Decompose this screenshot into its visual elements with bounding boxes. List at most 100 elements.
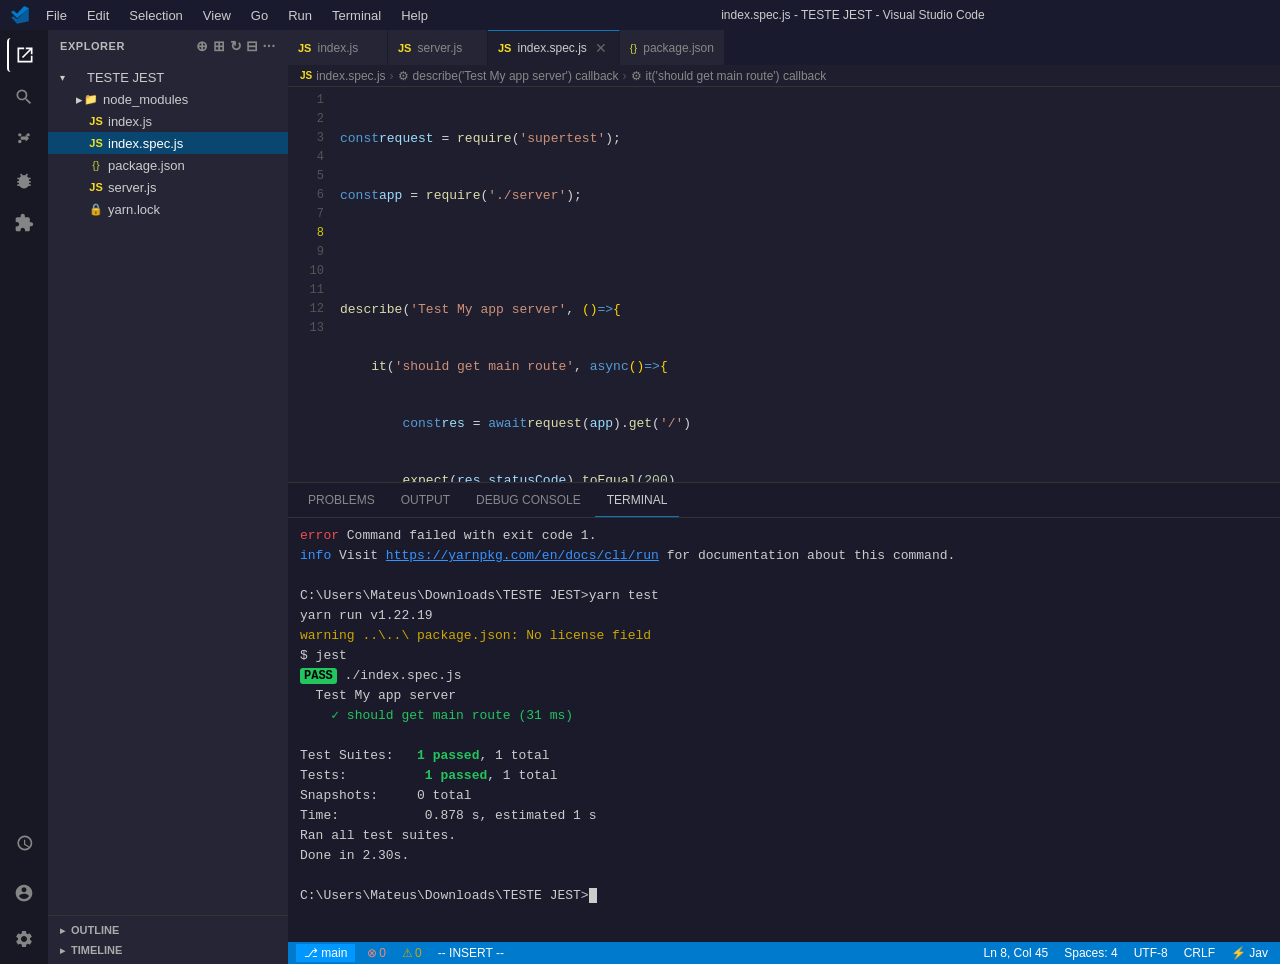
chevron-right-icon: ▸ bbox=[60, 945, 65, 956]
sidebar-header: EXPLORER ⊕ ⊞ ↻ ⊟ ··· bbox=[48, 30, 288, 62]
term-line-pass: PASS ./index.spec.js bbox=[300, 666, 1268, 686]
terminal-panel: PROBLEMS OUTPUT DEBUG CONSOLE TERMINAL e… bbox=[288, 482, 1280, 942]
tab-problems[interactable]: PROBLEMS bbox=[296, 483, 387, 517]
breadcrumb-path2[interactable]: it('should get main route') callback bbox=[646, 69, 827, 83]
menu-run[interactable]: Run bbox=[280, 6, 320, 25]
activity-debug[interactable] bbox=[7, 164, 41, 198]
tree-node-modules[interactable]: ▸ 📁 node_modules bbox=[48, 88, 288, 110]
term-line-yarn-run: yarn run v1.22.19 bbox=[300, 606, 1268, 626]
term-line-prompt1: C:\Users\Mateus\Downloads\TESTE JEST>yar… bbox=[300, 586, 1268, 606]
code-line-6: const res = await request(app).get('/') bbox=[340, 414, 1272, 433]
project-name: TESTE JEST bbox=[87, 70, 164, 85]
breadcrumb: JS index.spec.js › ⚙ describe('Test My a… bbox=[288, 65, 1280, 87]
sidebar-header-actions: ⊕ ⊞ ↻ ⊟ ··· bbox=[196, 38, 276, 54]
git-icon: ⎇ bbox=[304, 946, 318, 960]
menu-terminal[interactable]: Terminal bbox=[324, 6, 389, 25]
term-line-suites: Test Suites: 1 passed, 1 total bbox=[300, 746, 1268, 766]
warning-count[interactable]: ⚠ 0 bbox=[398, 946, 426, 960]
error-icon: ⊗ bbox=[367, 946, 377, 960]
indentation[interactable]: Spaces: 4 bbox=[1060, 946, 1121, 960]
menu-selection[interactable]: Selection bbox=[121, 6, 190, 25]
menu-help[interactable]: Help bbox=[393, 6, 436, 25]
tree-project-root[interactable]: ▾ TESTE JEST bbox=[48, 66, 288, 88]
term-line-warning: warning ..\..\ package.json: No license … bbox=[300, 626, 1268, 646]
outline-section[interactable]: ▸ OUTLINE bbox=[48, 920, 288, 940]
collapse-icon[interactable]: ⊟ bbox=[246, 38, 259, 54]
status-left: ⎇ main ⊗ 0 ⚠ 0 -- INSERT -- bbox=[296, 944, 508, 962]
js-file-icon: JS bbox=[88, 135, 104, 151]
warning-icon: ⚠ bbox=[402, 946, 413, 960]
activity-settings[interactable] bbox=[7, 922, 41, 956]
error-count[interactable]: ⊗ 0 bbox=[363, 946, 390, 960]
ellipsis-icon[interactable]: ··· bbox=[263, 38, 276, 54]
tree-server-js[interactable]: JS server.js bbox=[48, 176, 288, 198]
tab-server-js[interactable]: JS server.js bbox=[388, 30, 488, 65]
activity-search[interactable] bbox=[7, 80, 41, 114]
json-file-icon: {} bbox=[88, 157, 104, 173]
tree-yarn-lock[interactable]: 🔒 yarn.lock bbox=[48, 198, 288, 220]
language-mode[interactable]: ⚡ Jav bbox=[1227, 946, 1272, 960]
titlebar: File Edit Selection View Go Run Terminal… bbox=[0, 0, 1280, 30]
activity-source-control[interactable] bbox=[7, 122, 41, 156]
tree-package-json[interactable]: {} package.json bbox=[48, 154, 288, 176]
vscode-logo bbox=[10, 5, 30, 25]
term-line-time: Time: 0.878 s, estimated 1 s bbox=[300, 806, 1268, 826]
term-line-error: error Command failed with exit code 1. bbox=[300, 526, 1268, 546]
chevron-right-icon: ▸ bbox=[60, 925, 65, 936]
term-line-tests: Tests: 1 passed, 1 total bbox=[300, 766, 1268, 786]
sidebar: EXPLORER ⊕ ⊞ ↻ ⊟ ··· ▾ TESTE JEST ▸ 📁 no… bbox=[48, 30, 288, 964]
tab-package-json[interactable]: {} package.json bbox=[620, 30, 725, 65]
js-icon: JS bbox=[298, 42, 311, 54]
tab-terminal[interactable]: TERMINAL bbox=[595, 483, 680, 517]
cursor-position[interactable]: Ln 8, Col 45 bbox=[980, 946, 1053, 960]
new-folder-icon[interactable]: ⊞ bbox=[213, 38, 226, 54]
activity-account[interactable] bbox=[7, 876, 41, 910]
term-blank-3 bbox=[300, 866, 1268, 886]
term-line-done: Done in 2.30s. bbox=[300, 846, 1268, 866]
js-icon: JS bbox=[398, 42, 411, 54]
term-blank-1 bbox=[300, 566, 1268, 586]
tab-debug-console[interactable]: DEBUG CONSOLE bbox=[464, 483, 593, 517]
line-endings[interactable]: CRLF bbox=[1180, 946, 1219, 960]
term-line-suite: Test My app server bbox=[300, 686, 1268, 706]
activity-explorer[interactable] bbox=[7, 38, 41, 72]
panel-tab-bar: PROBLEMS OUTPUT DEBUG CONSOLE TERMINAL bbox=[288, 483, 1280, 518]
chevron-down-icon: ▾ bbox=[60, 72, 65, 83]
code-lines[interactable]: const request = require('supertest'); co… bbox=[332, 87, 1280, 482]
tree-index-spec-js[interactable]: JS index.spec.js bbox=[48, 132, 288, 154]
git-branch[interactable]: ⎇ main bbox=[296, 944, 355, 962]
code-line-5: it('should get main route', async () => … bbox=[340, 357, 1272, 376]
term-line-jest: $ jest bbox=[300, 646, 1268, 666]
breadcrumb-file[interactable]: index.spec.js bbox=[316, 69, 385, 83]
editor-area: JS index.js JS server.js JS index.spec.j… bbox=[288, 30, 1280, 964]
code-editor[interactable]: 1 2 3 4 5 6 7 8 9 10 11 12 13 const requ… bbox=[288, 87, 1280, 482]
terminal-output[interactable]: error Command failed with exit code 1. i… bbox=[288, 518, 1280, 942]
code-line-3 bbox=[340, 243, 1272, 262]
breadcrumb-path1[interactable]: describe('Test My app server') callback bbox=[413, 69, 619, 83]
tab-output[interactable]: OUTPUT bbox=[389, 483, 462, 517]
menu-edit[interactable]: Edit bbox=[79, 6, 117, 25]
refresh-icon[interactable]: ↻ bbox=[230, 38, 243, 54]
encoding[interactable]: UTF-8 bbox=[1130, 946, 1172, 960]
new-file-icon[interactable]: ⊕ bbox=[196, 38, 209, 54]
activity-extensions[interactable] bbox=[7, 206, 41, 240]
timeline-section[interactable]: ▸ TIMELINE bbox=[48, 940, 288, 960]
menu-bar: File Edit Selection View Go Run Terminal… bbox=[38, 6, 436, 25]
activity-bar bbox=[0, 30, 48, 964]
menu-view[interactable]: View bbox=[195, 6, 239, 25]
tab-index-js[interactable]: JS index.js bbox=[288, 30, 388, 65]
tab-close-button[interactable]: ✕ bbox=[593, 40, 609, 56]
tab-index-spec-js[interactable]: JS index.spec.js ✕ bbox=[488, 30, 620, 65]
menu-go[interactable]: Go bbox=[243, 6, 276, 25]
term-blank-2 bbox=[300, 726, 1268, 746]
tree-index-js[interactable]: JS index.js bbox=[48, 110, 288, 132]
folder-icon: 📁 bbox=[83, 91, 99, 107]
term-line-info: info Visit https://yarnpkg.com/en/docs/c… bbox=[300, 546, 1268, 566]
code-line-4: describe('Test My app server', () => { bbox=[340, 300, 1272, 319]
breadcrumb-fn2-icon: ⚙ bbox=[631, 69, 642, 83]
code-line-2: const app = require('./server'); bbox=[340, 186, 1272, 205]
menu-file[interactable]: File bbox=[38, 6, 75, 25]
term-line-prompt2: C:\Users\Mateus\Downloads\TESTE JEST> bbox=[300, 886, 1268, 906]
tab-bar: JS index.js JS server.js JS index.spec.j… bbox=[288, 30, 1280, 65]
activity-timeline[interactable] bbox=[7, 826, 41, 860]
